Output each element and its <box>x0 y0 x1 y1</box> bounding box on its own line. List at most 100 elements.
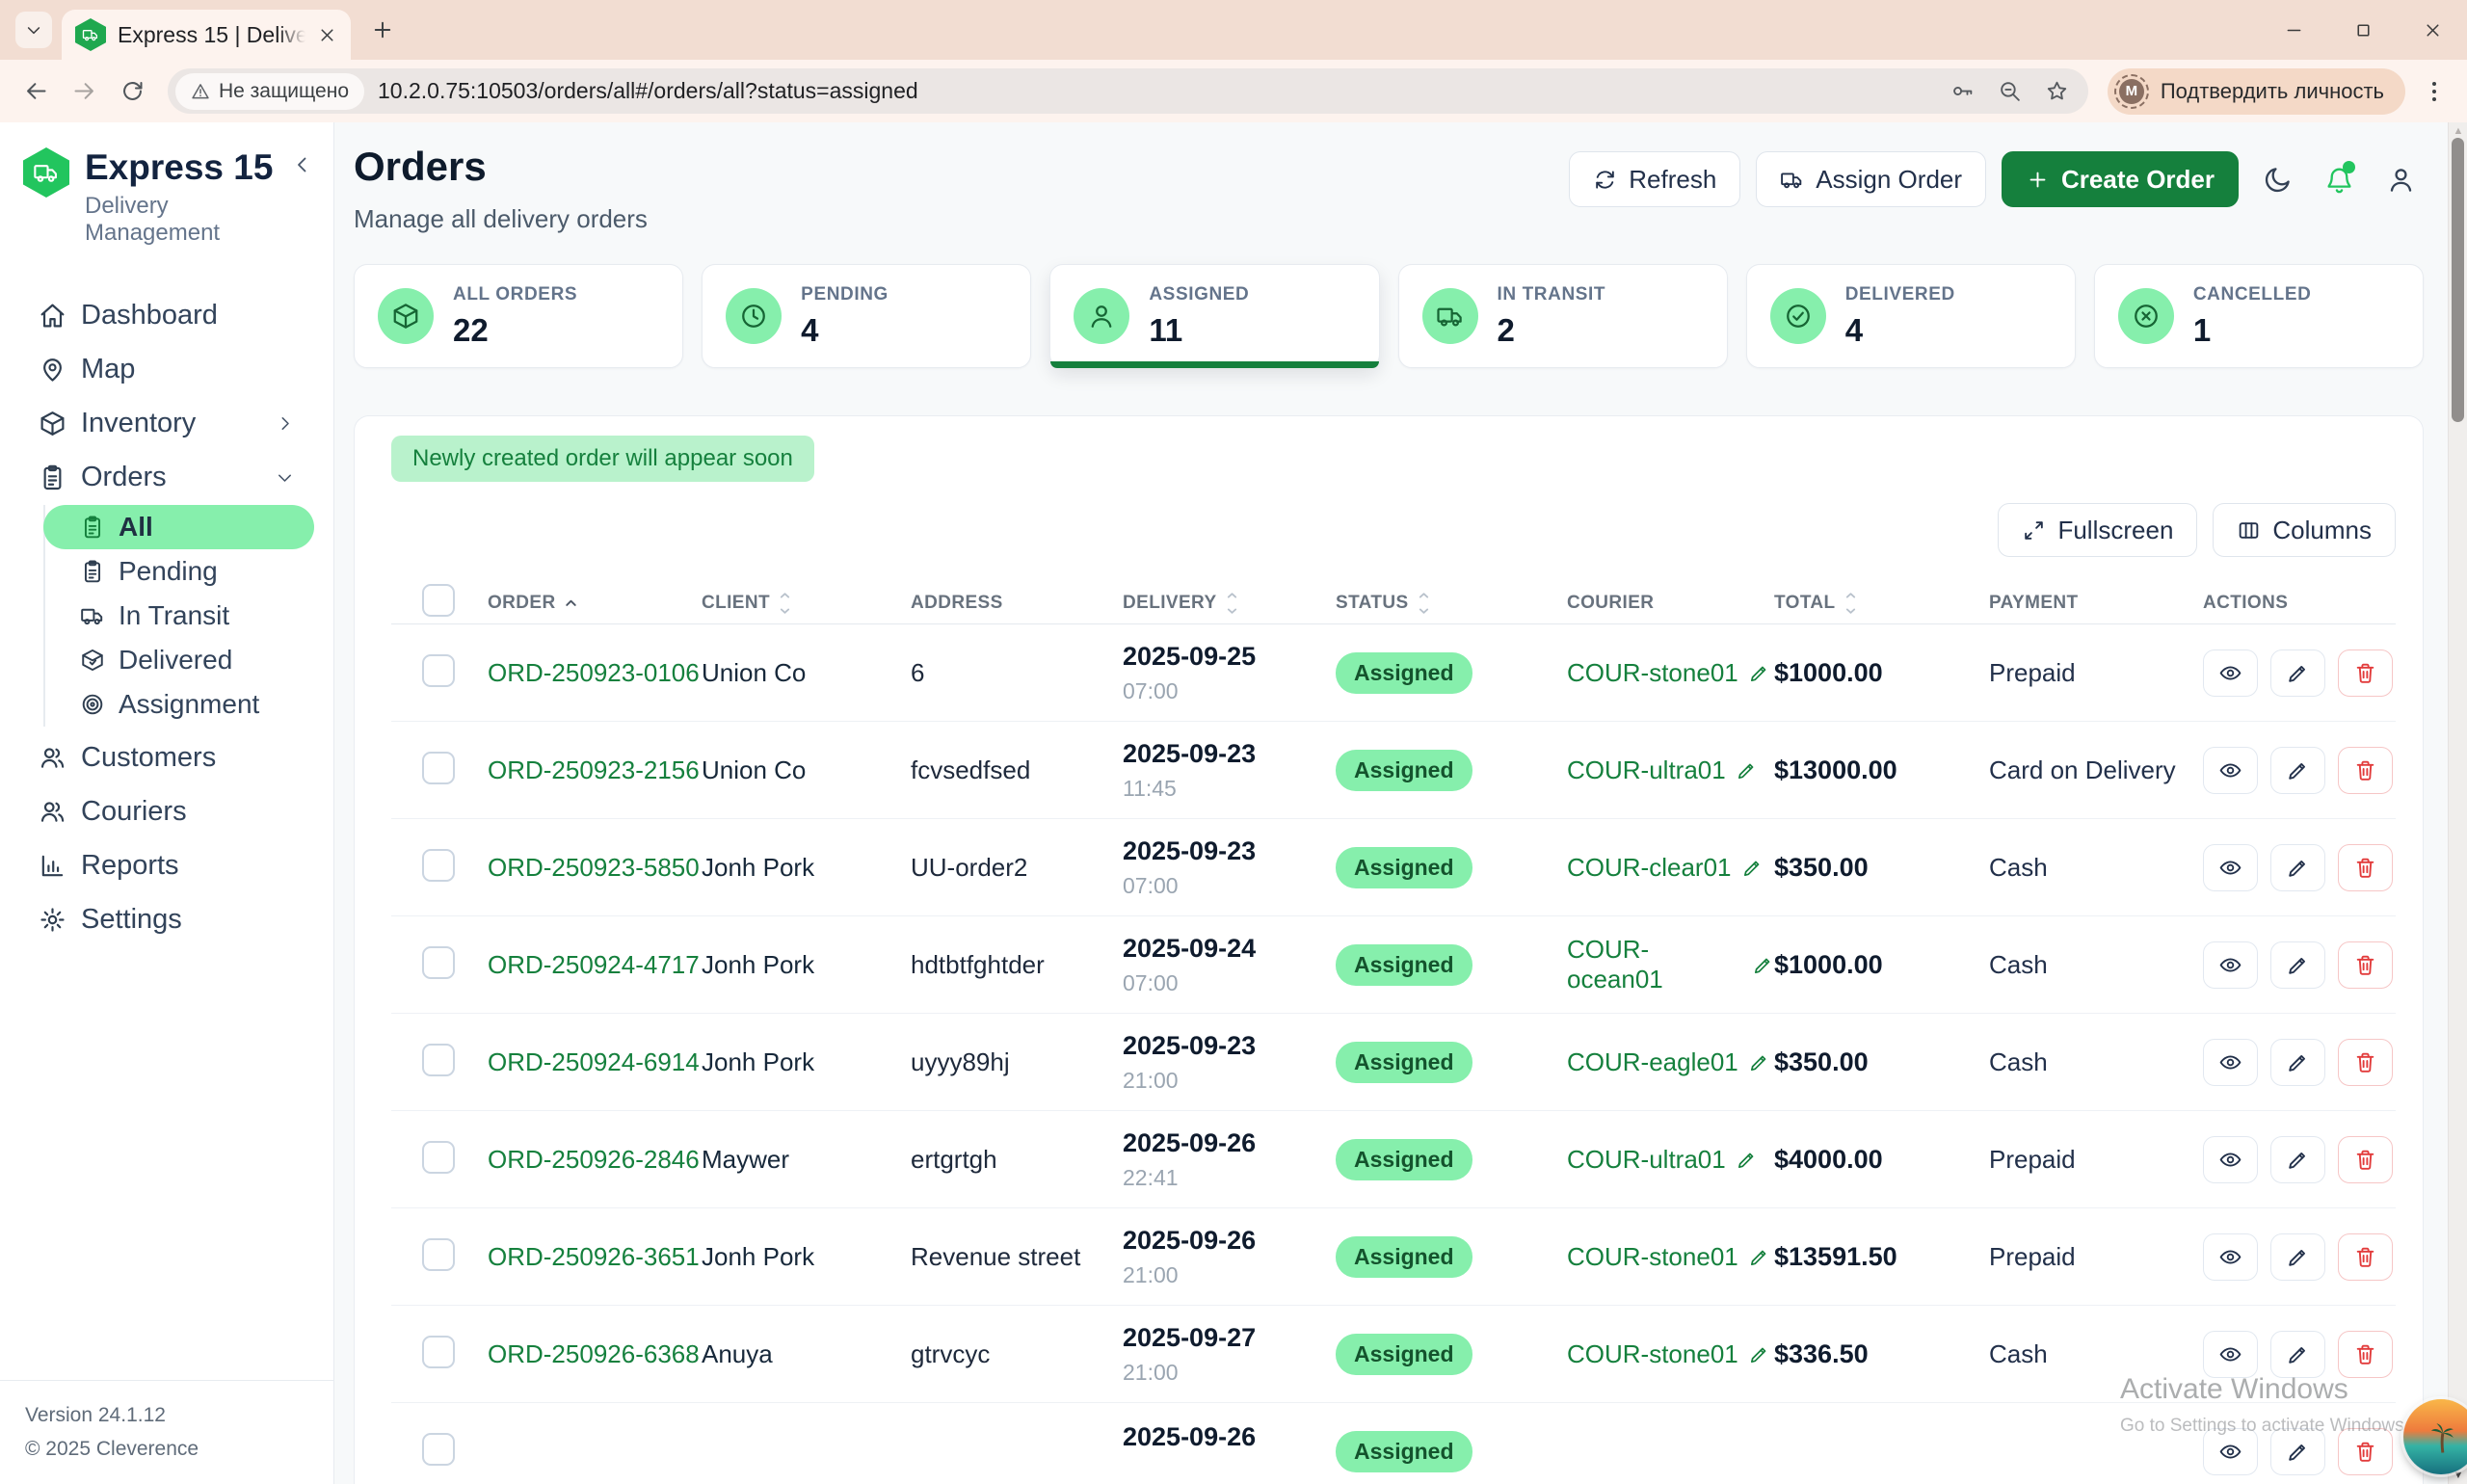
edit-courier-icon[interactable] <box>1752 954 1774 976</box>
page-scrollbar[interactable]: ▲ ▼ <box>2448 122 2467 1484</box>
row-checkbox[interactable] <box>422 945 455 979</box>
back-button[interactable] <box>13 69 58 114</box>
stat-card-in-transit[interactable]: IN TRANSIT 2 <box>1397 264 1728 368</box>
row-checkbox[interactable] <box>422 751 455 784</box>
sidebar-item-orders-all[interactable]: All <box>43 504 314 549</box>
column-header-status[interactable]: STATUS <box>1336 593 1567 614</box>
row-checkbox[interactable] <box>422 1043 455 1076</box>
profile-button[interactable] <box>2377 156 2424 202</box>
browser-tab[interactable]: Express 15 | Delivery Managem <box>62 10 351 60</box>
sidebar-item-dashboard[interactable]: Dashboard <box>19 289 314 343</box>
sidebar-item-orders[interactable]: Orders <box>19 451 314 505</box>
window-close-button[interactable] <box>2398 0 2467 60</box>
edit-order-button[interactable] <box>2270 746 2325 794</box>
zoom-icon[interactable] <box>1998 79 2022 103</box>
edit-order-button[interactable] <box>2270 941 2325 989</box>
column-header-delivery[interactable]: DELIVERY <box>1123 593 1336 614</box>
edit-courier-icon[interactable] <box>1736 1149 1758 1171</box>
edit-courier-icon[interactable] <box>1748 1343 1770 1365</box>
row-checkbox[interactable] <box>422 1237 455 1271</box>
row-checkbox[interactable] <box>422 1140 455 1174</box>
url-text[interactable]: 10.2.0.75:10503/orders/all#/orders/all?s… <box>378 78 1927 104</box>
delete-order-button[interactable] <box>2338 649 2393 697</box>
tab-close-icon[interactable] <box>317 25 337 45</box>
edit-courier-icon[interactable] <box>1736 759 1758 782</box>
view-order-button[interactable] <box>2203 941 2258 989</box>
sidebar-item-couriers[interactable]: Couriers <box>19 785 314 839</box>
bookmark-star-icon[interactable] <box>2045 79 2069 103</box>
new-tab-button[interactable] <box>370 17 395 42</box>
delete-order-button[interactable] <box>2338 1330 2393 1378</box>
delete-order-button[interactable] <box>2338 843 2393 891</box>
sidebar-item-orders-in-transit[interactable]: In Transit <box>43 594 314 638</box>
assign-order-button[interactable]: Assign Order <box>1756 151 1987 207</box>
delete-order-button[interactable] <box>2338 746 2393 794</box>
edit-courier-icon[interactable] <box>1748 1246 1770 1268</box>
row-checkbox[interactable] <box>422 848 455 882</box>
delete-order-button[interactable] <box>2338 941 2393 989</box>
row-checkbox[interactable] <box>422 1335 455 1368</box>
order-id-link[interactable]: ORD-250923-5850 <box>488 853 700 882</box>
edit-order-button[interactable] <box>2270 1232 2325 1281</box>
order-id-link[interactable]: ORD-250924-6914 <box>488 1047 700 1076</box>
scroll-up-arrow[interactable]: ▲ <box>2449 125 2467 137</box>
sidebar-collapse-button[interactable] <box>291 153 314 176</box>
edit-order-button[interactable] <box>2270 1330 2325 1378</box>
courier-link[interactable]: COUR-ultra01 <box>1567 1145 1758 1175</box>
stat-card-all-orders[interactable]: ALL ORDERS 22 <box>354 264 684 368</box>
edit-courier-icon[interactable] <box>1741 857 1764 879</box>
edit-order-button[interactable] <box>2270 649 2325 697</box>
reload-button[interactable] <box>110 69 154 114</box>
column-header-order[interactable]: ORDER <box>488 593 702 614</box>
sidebar-item-map[interactable]: Map <box>19 343 314 397</box>
row-checkbox[interactable] <box>422 1432 455 1466</box>
stat-card-cancelled[interactable]: CANCELLED 1 <box>2093 264 2425 368</box>
view-order-button[interactable] <box>2203 843 2258 891</box>
forward-button[interactable] <box>62 69 106 114</box>
order-id-link[interactable]: ORD-250926-6368 <box>488 1339 700 1368</box>
column-header-total[interactable]: TOTAL <box>1774 593 1989 614</box>
tab-search-button[interactable] <box>15 12 52 48</box>
identity-confirm-button[interactable]: M Подтвердить личность <box>2107 67 2405 115</box>
order-id-link[interactable]: ORD-250926-3651 <box>488 1242 700 1271</box>
sidebar-item-settings[interactable]: Settings <box>19 893 314 947</box>
refresh-button[interactable]: Refresh <box>1569 151 1741 207</box>
view-order-button[interactable] <box>2203 649 2258 697</box>
column-header-client[interactable]: CLIENT <box>702 593 911 614</box>
theme-toggle-button[interactable] <box>2254 156 2300 202</box>
stat-card-assigned[interactable]: ASSIGNED 11 <box>1049 264 1380 368</box>
address-bar[interactable]: Не защищено 10.2.0.75:10503/orders/all#/… <box>168 68 2088 114</box>
delete-order-button[interactable] <box>2338 1232 2393 1281</box>
browser-menu-button[interactable] <box>2415 81 2454 101</box>
select-all-checkbox[interactable] <box>422 584 455 617</box>
stat-card-pending[interactable]: PENDING 4 <box>702 264 1032 368</box>
view-order-button[interactable] <box>2203 746 2258 794</box>
edit-order-button[interactable] <box>2270 1038 2325 1086</box>
courier-link[interactable]: COUR-stone01 <box>1567 1242 1770 1272</box>
edit-order-button[interactable] <box>2270 843 2325 891</box>
view-order-button[interactable] <box>2203 1135 2258 1183</box>
view-order-button[interactable] <box>2203 1038 2258 1086</box>
sidebar-item-orders-assignment[interactable]: Assignment <box>43 682 314 727</box>
sidebar-item-reports[interactable]: Reports <box>19 839 314 893</box>
sidebar-item-inventory[interactable]: Inventory <box>19 397 314 451</box>
view-order-button[interactable] <box>2203 1232 2258 1281</box>
courier-link[interactable]: COUR-eagle01 <box>1567 1047 1770 1077</box>
view-order-button[interactable] <box>2203 1330 2258 1378</box>
scrollbar-thumb[interactable] <box>2452 138 2464 422</box>
courier-link[interactable]: COUR-stone01 <box>1567 658 1770 688</box>
columns-button[interactable]: Columns <box>2213 503 2396 557</box>
notifications-button[interactable] <box>2316 156 2362 202</box>
fullscreen-button[interactable]: Fullscreen <box>1998 503 2198 557</box>
password-key-icon[interactable] <box>1950 79 1975 103</box>
sidebar-item-orders-pending[interactable]: Pending <box>43 549 314 594</box>
stat-card-delivered[interactable]: DELIVERED 4 <box>1745 264 2076 368</box>
row-checkbox[interactable] <box>422 653 455 687</box>
security-chip[interactable]: Не защищено <box>175 72 364 110</box>
delete-order-button[interactable] <box>2338 1135 2393 1183</box>
order-id-link[interactable]: ORD-250923-0106 <box>488 658 700 687</box>
sidebar-item-orders-delivered[interactable]: Delivered <box>43 638 314 682</box>
order-id-link[interactable]: ORD-250926-2846 <box>488 1145 700 1174</box>
delete-order-button[interactable] <box>2338 1038 2393 1086</box>
order-id-link[interactable]: ORD-250923-2156 <box>488 755 700 784</box>
